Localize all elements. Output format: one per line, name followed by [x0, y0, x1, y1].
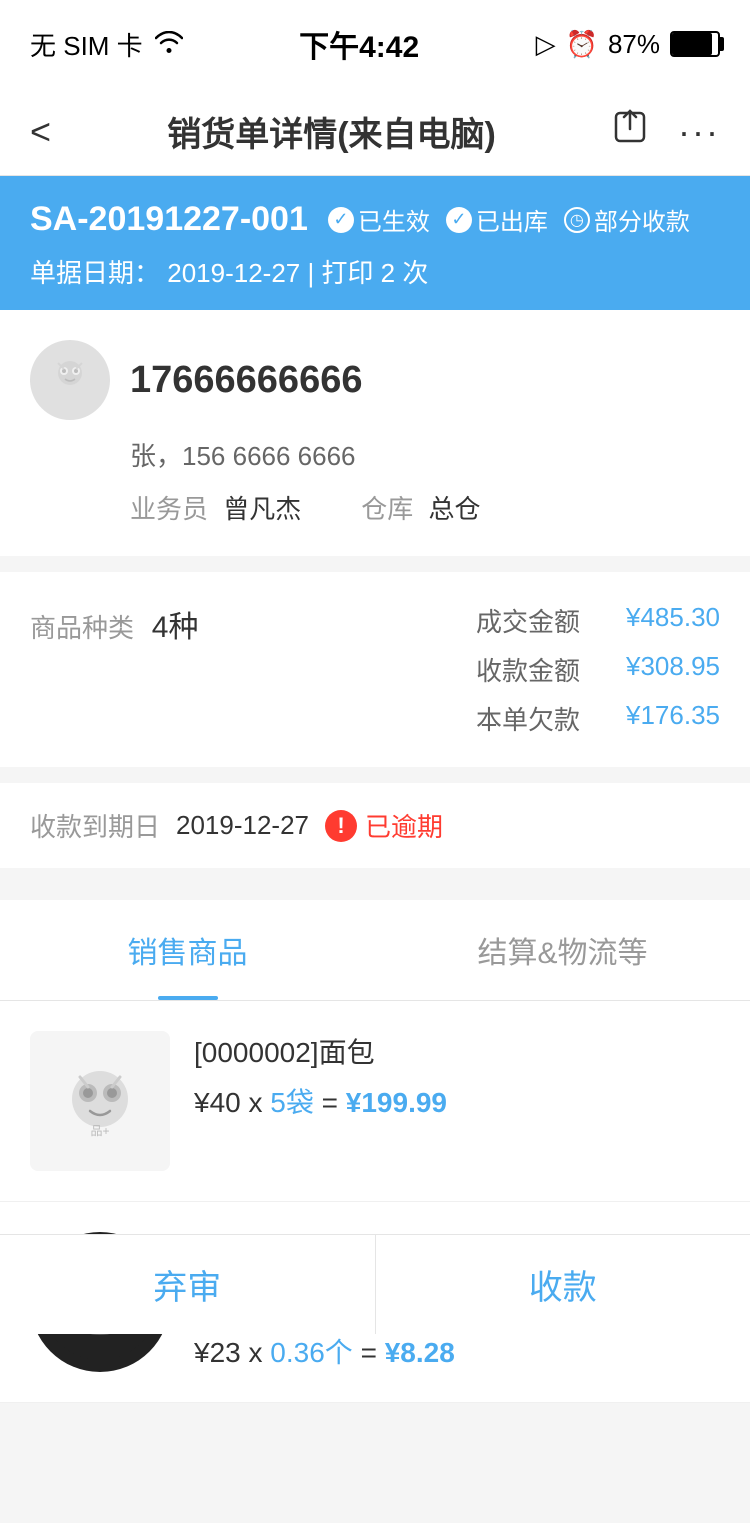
battery-percent: 87%	[608, 29, 660, 60]
list-item: 品+ [0000002]面包 ¥40 x 5袋 = ¥199.99	[0, 1001, 750, 1202]
more-button[interactable]: ···	[678, 111, 720, 153]
status-bar: 无 SIM 卡 下午4:42 ▷ ⏰ 87%	[0, 0, 750, 88]
customer-row: 17666666666	[30, 340, 720, 420]
status-tag-outstock: ✓ 已出库	[446, 202, 548, 237]
tab-settlement[interactable]: 结算&物流等	[375, 900, 750, 1000]
tab-sales-products[interactable]: 销售商品	[0, 900, 375, 1000]
page-title: 销货单详情(来自电脑)	[167, 107, 496, 156]
check-icon-effected: ✓	[328, 207, 354, 233]
date-label: 单据日期：	[30, 258, 160, 288]
nav-bar: < 销货单详情(来自电脑) ···	[0, 88, 750, 176]
tabs-section: 销售商品 结算&物流等	[0, 900, 750, 1001]
bottom-bar: 弃审 收款	[0, 1234, 750, 1334]
sales-meta: 业务员 曾凡杰	[130, 489, 301, 526]
deal-amount-value: ¥485.30	[600, 602, 720, 639]
due-date: 2019-12-27	[176, 810, 309, 841]
order-id: SA-20191227-001	[30, 200, 308, 239]
battery-icon	[670, 31, 720, 57]
status-effected-label: 已生效	[358, 202, 430, 237]
customer-meta: 业务员 曾凡杰 仓库 总仓	[130, 489, 720, 526]
carrier-label: 无 SIM 卡	[30, 26, 143, 63]
price-x-1: x	[249, 1087, 271, 1118]
product-info-1: [0000002]面包 ¥40 x 5袋 = ¥199.99	[194, 1031, 720, 1121]
product-price-2: ¥23 x 0.36个 = ¥8.28	[194, 1331, 720, 1371]
status-right: ▷ ⏰ 87%	[536, 29, 720, 60]
received-amount-value: ¥308.95	[600, 651, 720, 688]
summary-section: 商品种类 4种 成交金额 ¥485.30 收款金额 ¥308.95 本单欠款 ¥…	[0, 572, 750, 767]
product-image-1: 品+	[30, 1031, 170, 1171]
deal-amount-label: 成交金额	[476, 602, 580, 639]
order-date: 2019-12-27	[167, 258, 300, 288]
wifi-icon	[155, 29, 183, 60]
warehouse-label: 仓库	[361, 494, 413, 524]
overdue-icon: !	[325, 810, 357, 842]
type-value: 4种	[152, 611, 199, 644]
price-qty-1: 5袋	[270, 1087, 314, 1118]
sales-value: 曾凡杰	[223, 494, 301, 524]
confirm-button[interactable]: 收款	[376, 1235, 750, 1334]
warehouse-value: 总仓	[429, 494, 481, 524]
cancel-button[interactable]: 弃审	[0, 1235, 376, 1334]
header-date: 单据日期： 2019-12-27 | 打印 2 次	[30, 253, 720, 290]
price-total-1: ¥199.99	[346, 1087, 447, 1118]
status-left: 无 SIM 卡	[30, 26, 183, 63]
bottom-spacer	[0, 1403, 750, 1523]
summary-row: 商品种类 4种 成交金额 ¥485.30 收款金额 ¥308.95 本单欠款 ¥…	[30, 602, 720, 737]
summary-left: 商品种类 4种	[30, 602, 198, 646]
header-top: SA-20191227-001 ✓ 已生效 ✓ 已出库 ◷ 部分收款	[30, 200, 720, 239]
nav-actions: ···	[612, 109, 720, 154]
due-section: 收款到期日 2019-12-27 ! 已逾期	[0, 783, 750, 868]
type-label: 商品种类	[30, 613, 134, 643]
customer-phone: 17666666666	[130, 359, 362, 402]
owed-amount-label: 本单欠款	[476, 700, 580, 737]
price-eq-2: =	[361, 1337, 385, 1368]
due-label: 收款到期日	[30, 807, 160, 844]
sales-label: 业务员	[130, 494, 208, 524]
price-base-1: ¥40	[194, 1087, 241, 1118]
summary-right: 成交金额 ¥485.30 收款金额 ¥308.95 本单欠款 ¥176.35	[476, 602, 720, 737]
header-banner: SA-20191227-001 ✓ 已生效 ✓ 已出库 ◷ 部分收款 单据日期：…	[0, 176, 750, 310]
amount-row-deal: 成交金额 ¥485.30	[476, 602, 720, 639]
customer-name: 张，156 6666 6666	[130, 436, 720, 473]
product-price-1: ¥40 x 5袋 = ¥199.99	[194, 1081, 720, 1121]
check-icon-outstock: ✓	[446, 207, 472, 233]
status-outstock-label: 已出库	[476, 202, 548, 237]
alarm-icon: ⏰	[566, 29, 598, 60]
price-x-2: x	[249, 1337, 271, 1368]
print-info: | 打印 2 次	[307, 258, 428, 288]
amount-row-owed: 本单欠款 ¥176.35	[476, 700, 720, 737]
clock-icon-partial: ◷	[564, 207, 590, 233]
price-base-2: ¥23	[194, 1337, 241, 1368]
status-tags: ✓ 已生效 ✓ 已出库 ◷ 部分收款	[328, 202, 690, 237]
status-partial-label: 部分收款	[594, 202, 690, 237]
separator	[0, 884, 750, 900]
customer-section: 17666666666 张，156 6666 6666 业务员 曾凡杰 仓库 总…	[0, 310, 750, 556]
price-eq-1: =	[322, 1087, 346, 1118]
product-list: 品+ [0000002]面包 ¥40 x 5袋 = ¥199.99	[0, 1001, 750, 1403]
status-tag-partial: ◷ 部分收款	[564, 202, 690, 237]
received-amount-label: 收款金额	[476, 651, 580, 688]
back-button[interactable]: <	[30, 111, 51, 153]
time-display: 下午4:42	[299, 22, 419, 66]
price-qty-2: 0.36个	[270, 1337, 353, 1368]
overdue-text: 已逾期	[365, 807, 443, 844]
svg-text:品+: 品+	[90, 1124, 109, 1138]
price-total-2: ¥8.28	[385, 1337, 455, 1368]
amount-row-received: 收款金额 ¥308.95	[476, 651, 720, 688]
avatar	[30, 340, 110, 420]
overdue-badge: ! 已逾期	[325, 807, 443, 844]
status-tag-effected: ✓ 已生效	[328, 202, 430, 237]
share-button[interactable]	[612, 109, 648, 154]
warehouse-meta: 仓库 总仓	[361, 489, 480, 526]
location-icon: ▷	[536, 29, 556, 60]
product-name-1: [0000002]面包	[194, 1031, 720, 1071]
owed-amount-value: ¥176.35	[600, 700, 720, 737]
